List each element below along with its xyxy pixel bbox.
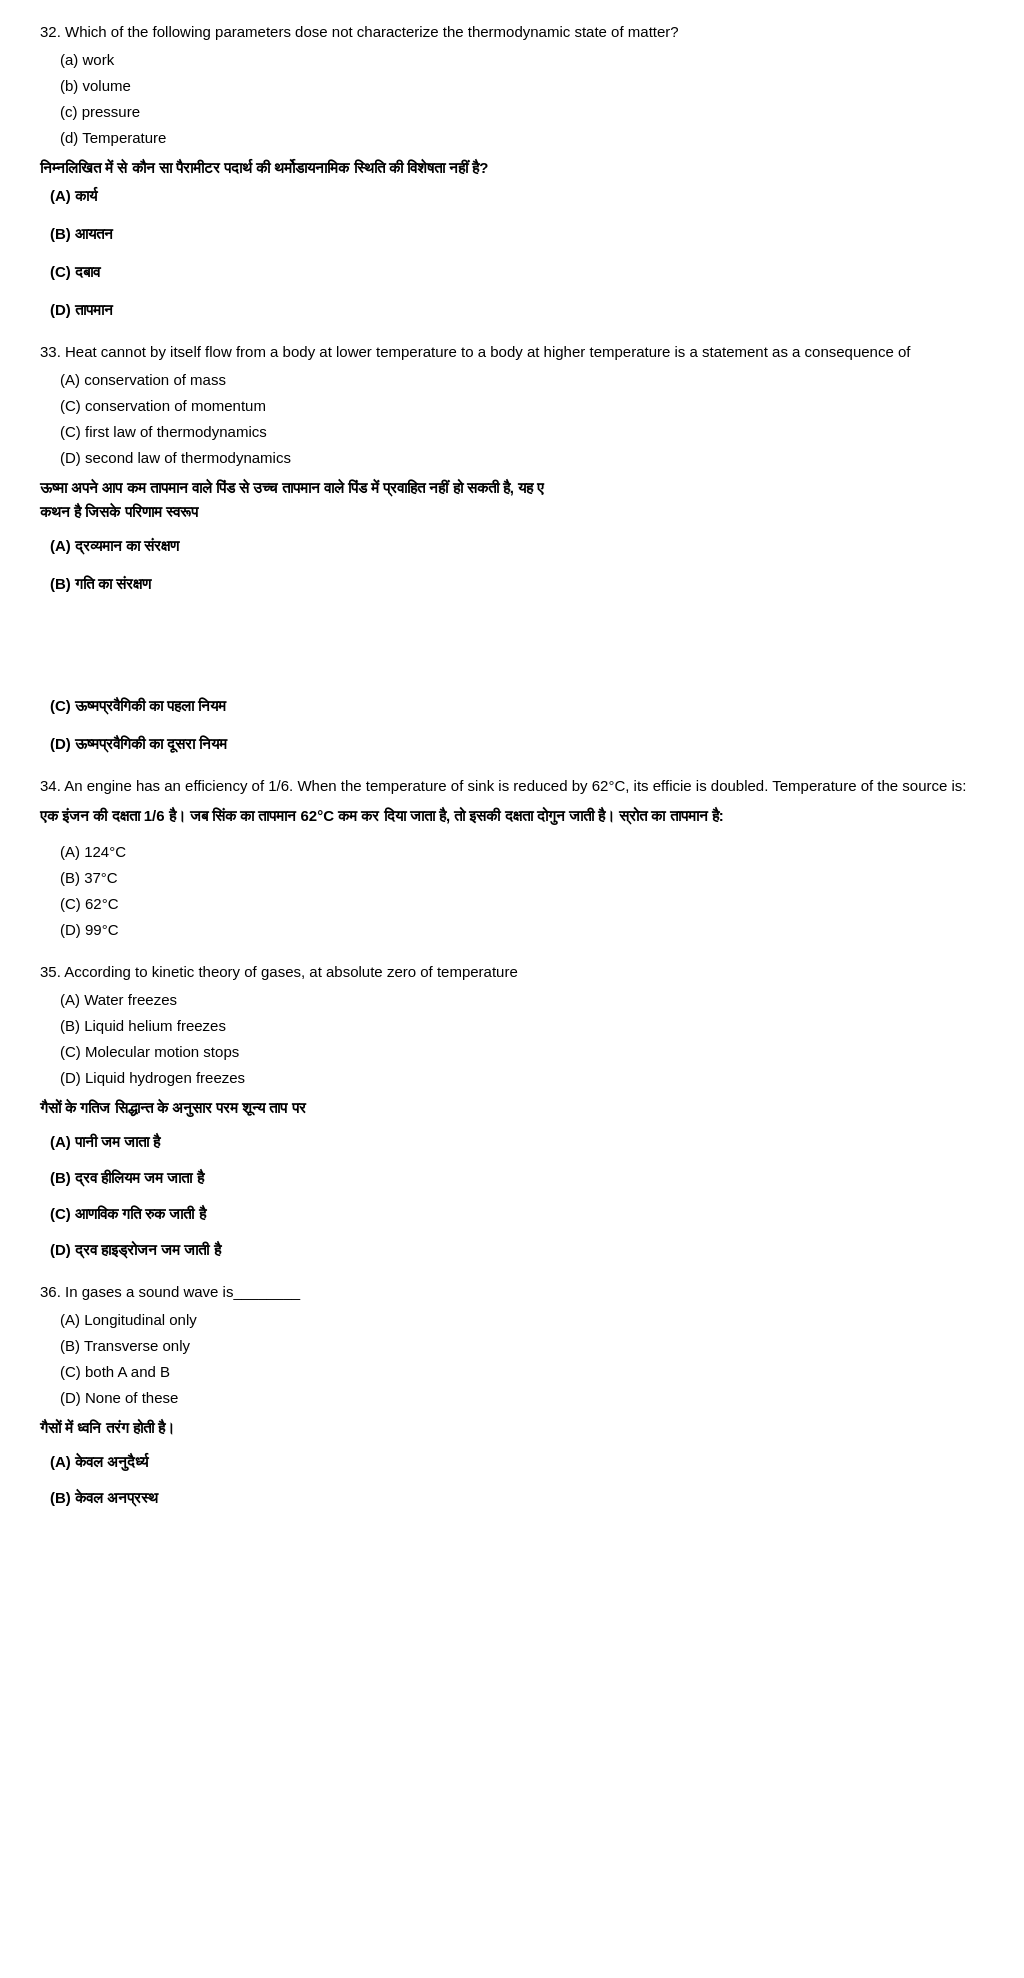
q35-hi-b: (B) द्रव हीलियम जम जाता है <box>50 1166 984 1190</box>
q35-opt-a-en: (A) Water freezes <box>60 988 984 1012</box>
question-36: 36. In gases a sound wave is________ (A)… <box>40 1280 984 1510</box>
q32-hi-d: (D) तापमान <box>50 298 984 322</box>
q32-opt-b-en: (b) volume <box>60 74 984 98</box>
q32-hi-b: (B) आयतन <box>50 222 984 246</box>
q34-opt-a-en: (A) 124°C <box>60 840 984 864</box>
q32-hi-a: (A) कार्य <box>50 184 984 208</box>
q36-opt-b-en: (B) Transverse only <box>60 1334 984 1358</box>
q36-hindi-text: गैसों में ध्वनि तरंग होती है। <box>40 1416 984 1440</box>
q35-text: 35. According to kinetic theory of gases… <box>40 960 984 984</box>
q35-hi-c: (C) आणविक गति रुक जाती है <box>50 1202 984 1226</box>
q33-hindi-text: ऊष्मा अपने आप कम तापमान वाले पिंड से उच्… <box>40 476 984 524</box>
q32-text: 32. Which of the following parameters do… <box>40 20 984 44</box>
q33-hi-a: (A) द्रव्यमान का संरक्षण <box>50 534 984 558</box>
page-gap <box>40 614 984 694</box>
q35-hi-a: (A) पानी जम जाता है <box>50 1130 984 1154</box>
q35-opt-d-en: (D) Liquid hydrogen freezes <box>60 1066 984 1090</box>
q36-opt-d-en: (D) None of these <box>60 1386 984 1410</box>
q32-hi-c: (C) दबाव <box>50 260 984 284</box>
question-35: 35. According to kinetic theory of gases… <box>40 960 984 1262</box>
q33-hi-d: (D) ऊष्मप्रवैगिकी का दूसरा नियम <box>50 732 984 756</box>
q34-opt-b-en: (B) 37°C <box>60 866 984 890</box>
q36-hi-a: (A) केवल अनुदैर्ध्य <box>50 1450 984 1474</box>
q33-text: 33. Heat cannot by itself flow from a bo… <box>40 340 984 364</box>
q33-opt-b-en: (C) conservation of momentum <box>60 394 984 418</box>
q32-opt-a-en: (a) work <box>60 48 984 72</box>
q33-hi-c: (C) ऊष्मप्रवैगिकी का पहला नियम <box>50 694 984 718</box>
q34-opt-d-en: (D) 99°C <box>60 918 984 942</box>
question-33-continued: (C) ऊष्मप्रवैगिकी का पहला नियम (D) ऊष्मप… <box>40 694 984 756</box>
q33-hi-b: (B) गति का संरक्षण <box>50 572 984 596</box>
q33-opt-a-en: (A) conservation of mass <box>60 368 984 392</box>
q36-text: 36. In gases a sound wave is________ <box>40 1280 984 1304</box>
question-34: 34. An engine has an efficiency of 1/6. … <box>40 774 984 942</box>
question-33: 33. Heat cannot by itself flow from a bo… <box>40 340 984 596</box>
q34-opt-c-en: (C) 62°C <box>60 892 984 916</box>
q35-opt-b-en: (B) Liquid helium freezes <box>60 1014 984 1038</box>
q36-opt-c-en: (C) both A and B <box>60 1360 984 1384</box>
q34-hindi-text: एक इंजन की दक्षता 1/6 है। जब सिंक का ताप… <box>40 804 984 828</box>
q35-hindi-text: गैसों के गतिज सिद्धान्त के अनुसार परम शू… <box>40 1096 984 1120</box>
q32-hindi-text: निम्नलिखित में से कौन सा पैरामीटर पदार्थ… <box>40 156 984 180</box>
q33-opt-c-en: (C) first law of thermodynamics <box>60 420 984 444</box>
q34-text: 34. An engine has an efficiency of 1/6. … <box>40 774 984 798</box>
q35-hi-d: (D) द्रव हाइड्रोजन जम जाती है <box>50 1238 984 1262</box>
q36-opt-a-en: (A) Longitudinal only <box>60 1308 984 1332</box>
q32-opt-c-en: (c) pressure <box>60 100 984 124</box>
q36-hi-b: (B) केवल अनप्रस्थ <box>50 1486 984 1510</box>
q33-opt-d-en: (D) second law of thermodynamics <box>60 446 984 470</box>
question-32: 32. Which of the following parameters do… <box>40 20 984 322</box>
q32-opt-d-en: (d) Temperature <box>60 126 984 150</box>
q35-opt-c-en: (C) Molecular motion stops <box>60 1040 984 1064</box>
